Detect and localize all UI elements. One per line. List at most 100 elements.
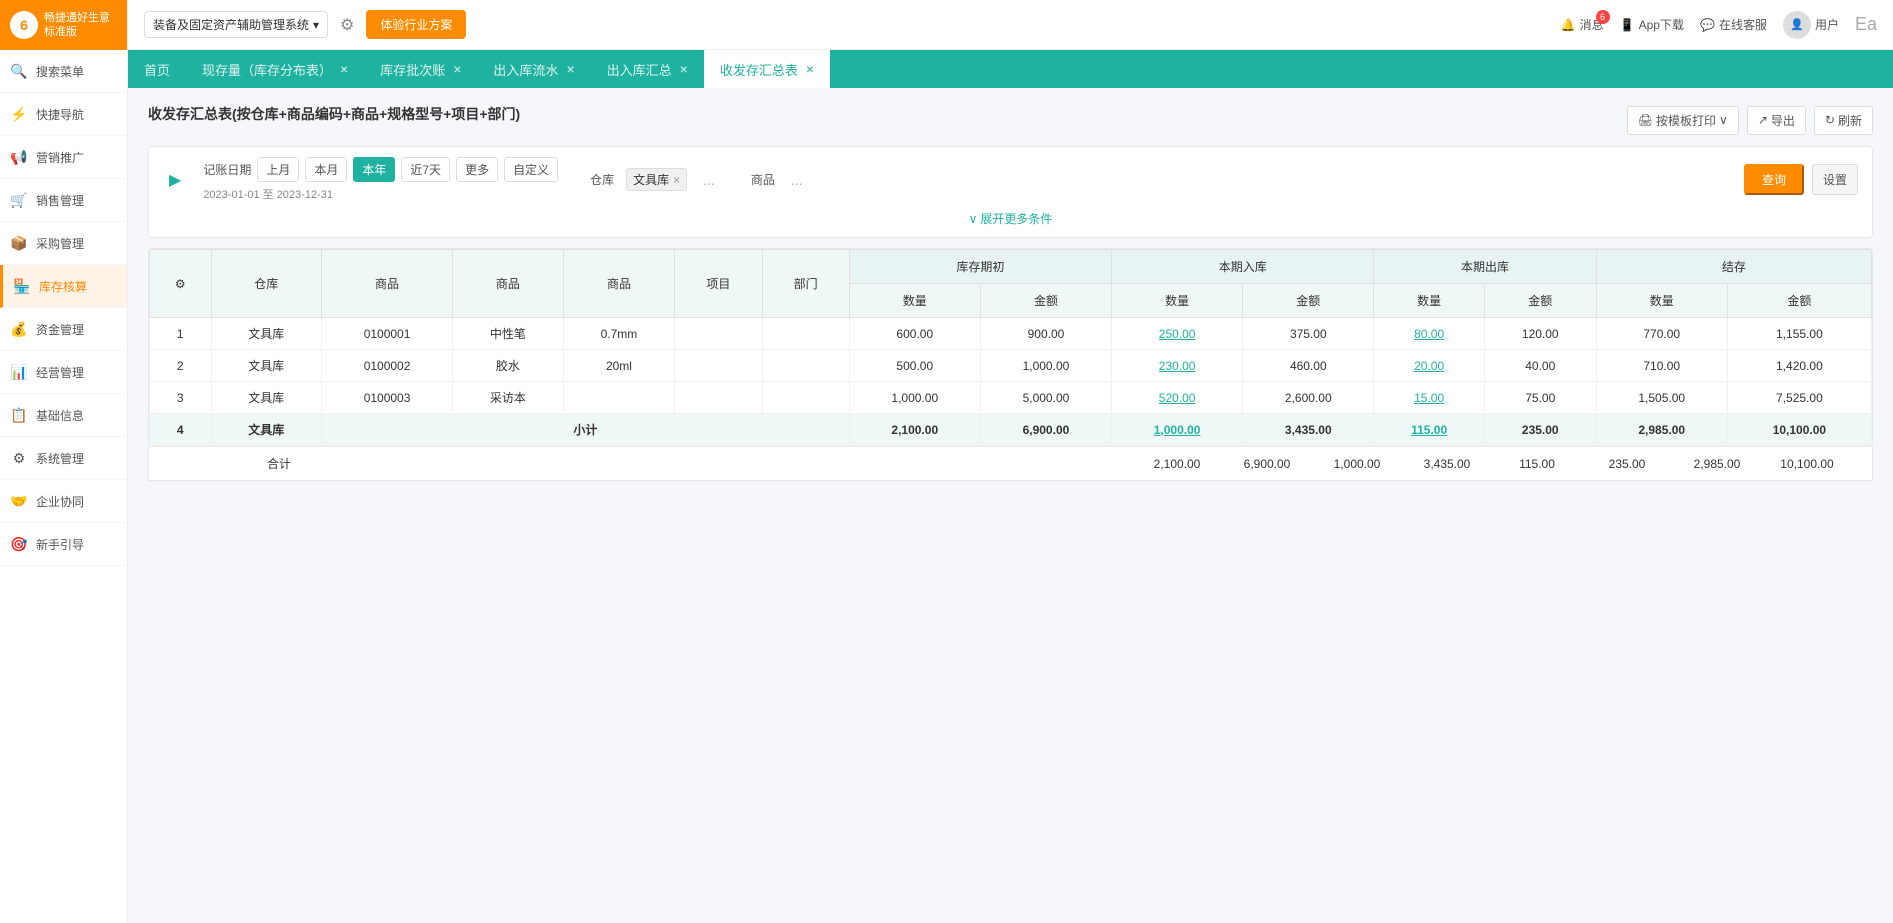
cell-dept-2	[762, 382, 849, 414]
nav-icon-basicinfo: 📋	[10, 406, 28, 424]
nav-label-search: 搜索菜单	[36, 63, 84, 80]
date-this-month[interactable]: 本月	[305, 157, 347, 182]
trial-button[interactable]: 体验行业方案	[366, 10, 466, 39]
sidebar-item-sales[interactable]: 🛒销售管理	[0, 179, 127, 222]
date-last-7[interactable]: 近7天	[401, 157, 450, 182]
col-in-qty: 数量	[1112, 284, 1243, 318]
print-button[interactable]: 🖨 按模板打印 ∨	[1627, 106, 1739, 135]
nav-icon-purchase: 📦	[10, 234, 28, 252]
filter-bar: ▶ 记账日期 上月 本月 本年 近7天 更多 自定义 2023-01-01 至 …	[148, 146, 1873, 238]
cell-out-qty-2[interactable]: 15.00	[1374, 382, 1485, 414]
tab-close-2[interactable]: ×	[453, 62, 461, 76]
subtotal-opening-qty: 2,100.00	[849, 414, 980, 446]
tab-label-3: 出入库流水	[493, 60, 558, 79]
sidebar-item-collab[interactable]: 🤝企业协同	[0, 480, 127, 523]
tab-3[interactable]: 出入库流水 ×	[477, 50, 590, 88]
tab-label-4: 出入库汇总	[607, 60, 672, 79]
cell-warehouse-1: 文具库	[211, 350, 321, 382]
filter-expand-arrow[interactable]: ▶	[163, 168, 187, 192]
cell-opening-amount-1: 1,000.00	[980, 350, 1111, 382]
date-last-month[interactable]: 上月	[257, 157, 299, 182]
subtotal-in-qty[interactable]: 1,000.00	[1112, 414, 1243, 446]
sidebar-item-inventory[interactable]: 🏪库存核算	[0, 265, 127, 308]
user-label: 用户	[1815, 16, 1839, 33]
nav-icon-guide: 🎯	[10, 535, 28, 553]
warehouse-dots[interactable]: ...	[699, 172, 719, 188]
cell-in-qty-2[interactable]: 520.00	[1112, 382, 1243, 414]
cell-index-0: 1	[150, 318, 212, 350]
cell-in-amount-1: 460.00	[1243, 350, 1374, 382]
print-chevron: ∨	[1719, 113, 1728, 127]
tab-label-0: 首页	[144, 60, 170, 79]
cell-out-amount-2: 75.00	[1484, 382, 1596, 414]
sidebar-item-basicinfo[interactable]: 📋基础信息	[0, 394, 127, 437]
warehouse-tag-close[interactable]: ×	[673, 173, 680, 187]
notification-button[interactable]: 🔔 消息 6	[1561, 16, 1604, 33]
export-button[interactable]: ↗ 导出	[1747, 106, 1806, 135]
query-button[interactable]: 查询	[1744, 164, 1804, 195]
date-label: 记账日期	[203, 161, 251, 178]
tab-label-5: 收发存汇总表	[720, 60, 798, 79]
col-settings[interactable]: ⚙	[150, 250, 212, 318]
tab-1[interactable]: 现存量（库存分布表）×	[186, 50, 364, 88]
online-service-button[interactable]: 💬 在线客服	[1700, 16, 1767, 33]
sidebar-item-system[interactable]: ⚙系统管理	[0, 437, 127, 480]
warehouse-tag-text: 文具库	[633, 171, 669, 188]
tab-close-4[interactable]: ×	[680, 62, 688, 76]
cell-opening-qty-0: 600.00	[849, 318, 980, 350]
date-custom[interactable]: 自定义	[504, 157, 558, 182]
refresh-button[interactable]: ↻ 刷新	[1814, 106, 1873, 135]
cell-in-amount-0: 375.00	[1243, 318, 1374, 350]
user-button[interactable]: 👤 用户	[1783, 11, 1839, 39]
system-selector-label: 装备及固定资产辅助管理系统	[153, 16, 309, 33]
nav-label-collab: 企业协同	[36, 493, 84, 510]
sidebar-item-marketing[interactable]: 📢营销推广	[0, 136, 127, 179]
date-more[interactable]: 更多	[456, 157, 498, 182]
tab-close-5[interactable]: ×	[806, 62, 814, 76]
nav-label-quicknav: 快捷导航	[36, 106, 84, 123]
sidebar-item-guide[interactable]: 🎯新手引导	[0, 523, 127, 566]
nav-label-finance: 资金管理	[36, 321, 84, 338]
subtotal-warehouse: 文具库	[211, 414, 321, 446]
subtotal-out-amount: 235.00	[1484, 414, 1596, 446]
total-opening-qty: 2,100.00	[1132, 457, 1222, 471]
subtotal-out-qty[interactable]: 115.00	[1374, 414, 1485, 446]
cell-out-qty-1[interactable]: 20.00	[1374, 350, 1485, 382]
sidebar-item-quicknav[interactable]: ⚡快捷导航	[0, 93, 127, 136]
sidebar-item-search[interactable]: 🔍搜索菜单	[0, 50, 127, 93]
date-this-year[interactable]: 本年	[353, 157, 395, 182]
table-row: 3 文具库 0100003 采访本 1,000.00 5,000.00 520.…	[150, 382, 1872, 414]
sidebar-item-purchase[interactable]: 📦采购管理	[0, 222, 127, 265]
total-out-qty: 115.00	[1492, 457, 1582, 471]
goods-dots[interactable]: ...	[787, 172, 807, 188]
cell-in-qty-0[interactable]: 250.00	[1112, 318, 1243, 350]
notification-badge: 6	[1596, 10, 1610, 24]
sidebar-item-business[interactable]: 📊经营管理	[0, 351, 127, 394]
tab-close-3[interactable]: ×	[566, 62, 574, 76]
service-icon: 💬	[1700, 18, 1715, 32]
tab-close-1[interactable]: ×	[340, 62, 348, 76]
nav-label-marketing: 营销推广	[36, 149, 84, 166]
cell-in-qty-1[interactable]: 230.00	[1112, 350, 1243, 382]
sidebar-item-finance[interactable]: 💰资金管理	[0, 308, 127, 351]
settings-button[interactable]: 设置	[1812, 164, 1858, 195]
settings-gear[interactable]: ⚙	[340, 15, 354, 35]
system-selector[interactable]: 装备及固定资产辅助管理系统 ▾	[144, 11, 328, 38]
tab-4[interactable]: 出入库汇总 ×	[591, 50, 704, 88]
tab-2[interactable]: 库存批次账×	[364, 50, 477, 88]
app-download-button[interactable]: 📱 App下载	[1620, 16, 1684, 33]
tab-0[interactable]: 首页	[128, 50, 186, 88]
warehouse-tag[interactable]: 文具库 ×	[626, 168, 687, 191]
nav-label-system: 系统管理	[36, 450, 84, 467]
col-closing-amount: 金额	[1727, 284, 1871, 318]
table-settings-icon[interactable]: ⚙	[175, 277, 186, 291]
cell-project-1	[675, 350, 762, 382]
cell-spec-1: 20ml	[563, 350, 675, 382]
tab-5[interactable]: 收发存汇总表 ×	[704, 50, 830, 88]
cell-out-qty-0[interactable]: 80.00	[1374, 318, 1485, 350]
refresh-label: 刷新	[1838, 112, 1862, 129]
data-table: ⚙ 仓库 商品 商品 商品 项目 部门 库存期初 本期入库 本期出库 结存	[149, 249, 1872, 446]
expand-more-button[interactable]: ∨ 展开更多条件	[969, 210, 1053, 227]
cell-closing-qty-1: 710.00	[1596, 350, 1727, 382]
col-project: 项目	[675, 250, 762, 318]
